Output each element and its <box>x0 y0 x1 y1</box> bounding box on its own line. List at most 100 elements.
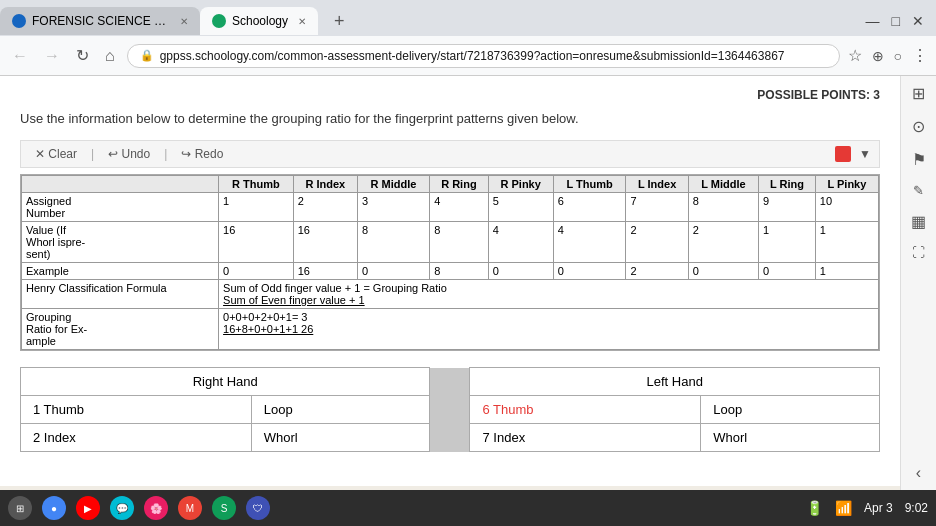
ref-col-header-6: L Thumb <box>553 176 626 193</box>
help-icon[interactable]: ⊙ <box>912 117 925 136</box>
tab-forensic-label: FORENSIC SCIENCE 05: Per1-S <box>32 14 170 28</box>
chevron-left-icon: ‹ <box>916 464 921 481</box>
ref-cell-0-4: 4 <box>430 193 489 222</box>
collapse-button[interactable]: ‹ <box>916 464 921 482</box>
ref-cell-0-6: 6 <box>553 193 626 222</box>
separator-1: | <box>91 147 94 161</box>
ref-cell-1-10: 1 <box>815 222 878 263</box>
answer-table-wrap: Right Hand Left Hand 1 Thumb Loop 6 Thum… <box>20 367 880 452</box>
tab-schoology-label: Schoology <box>232 14 288 28</box>
formula-content: Sum of Odd finger value + 1 = Grouping R… <box>219 280 879 309</box>
calculator-icon[interactable]: ▦ <box>911 212 926 231</box>
pencil-icon[interactable]: ✎ <box>913 183 924 198</box>
ref-col-header-4: R Ring <box>430 176 489 193</box>
taskbar-launcher[interactable]: ⊞ <box>8 496 32 520</box>
taskbar-chrome[interactable]: ● <box>42 496 66 520</box>
ref-cell-2-9: 0 <box>759 263 816 280</box>
taskbar-photos[interactable]: 🌸 <box>144 496 168 520</box>
tab-forensic[interactable]: FORENSIC SCIENCE 05: Per1-S ✕ <box>0 7 200 35</box>
ref-cell-0-5: 5 <box>488 193 553 222</box>
bookmark-icon[interactable]: ☆ <box>848 46 862 65</box>
expand-icon[interactable]: ⛶ <box>912 245 925 260</box>
right-sidebar: ⊞ ⊙ ⚑ ✎ ▦ ⛶ ‹ <box>900 76 936 490</box>
formula-denom: Sum of Even finger value + 1 <box>223 294 365 306</box>
answer-row-index: 2 Index Whorl 7 Index Whorl <box>21 424 880 452</box>
ref-cell-1-8: 2 <box>688 222 758 263</box>
flag-icon[interactable]: ⚑ <box>912 150 926 169</box>
r-index-label: 2 Index <box>21 424 252 452</box>
taskbar-sheets[interactable]: S <box>212 496 236 520</box>
ref-row-label-1: Value (IfWhorl ispre-sent) <box>22 222 219 263</box>
address-bar-row: ← → ↻ ⌂ 🔒 gppss.schoology.com/common-ass… <box>0 36 936 76</box>
grid-icon[interactable]: ⊞ <box>912 84 925 103</box>
ref-row-formula: Henry Classification Formula Sum of Odd … <box>22 280 879 309</box>
ref-row-label-0: AssignedNumber <box>22 193 219 222</box>
grouping-numerator: 0+0+0+2+0+1= 3 <box>223 311 307 323</box>
separator-2: | <box>164 147 167 161</box>
taskbar-chat[interactable]: 💬 <box>110 496 134 520</box>
ref-cell-0-10: 10 <box>815 193 878 222</box>
ref-cell-1-3: 8 <box>357 222 429 263</box>
profile-icon[interactable]: ○ <box>894 48 902 64</box>
ref-row-label-2: Example <box>22 263 219 280</box>
color-swatch[interactable] <box>835 146 851 162</box>
settings-icon[interactable]: ⋮ <box>912 46 928 65</box>
ref-cell-2-7: 2 <box>626 263 688 280</box>
ref-row-grouping: GroupingRatio for Ex-ample 0+0+0+2+0+1= … <box>22 309 879 350</box>
tab-forensic-close[interactable]: ✕ <box>180 16 188 27</box>
reference-table: R Thumb R Index R Middle R Ring R Pinky … <box>21 175 879 350</box>
ref-col-header-9: L Ring <box>759 176 816 193</box>
ref-cell-2-1: 0 <box>219 263 294 280</box>
clear-button[interactable]: ✕ Clear <box>29 145 83 163</box>
window-controls: — □ ✕ <box>854 13 936 29</box>
url-text: gppss.schoology.com/common-assessment-de… <box>160 49 785 63</box>
taskbar-date: Apr 3 <box>864 501 893 515</box>
extensions-icon[interactable]: ⊕ <box>872 48 884 64</box>
taskbar-youtube[interactable]: ▶ <box>76 496 100 520</box>
ref-cell-1-7: 2 <box>626 222 688 263</box>
grouping-label: GroupingRatio for Ex-ample <box>22 309 219 350</box>
address-bar-actions: ☆ ⊕ ○ ⋮ <box>848 46 928 65</box>
toolbar-chevron[interactable]: ▼ <box>859 147 871 161</box>
r-thumb-label: 1 Thumb <box>21 396 252 424</box>
r-thumb-value: Loop <box>251 396 430 424</box>
reference-table-wrap: R Thumb R Index R Middle R Ring R Pinky … <box>20 174 880 351</box>
redo-button[interactable]: ↪ Redo <box>175 145 229 163</box>
ref-cell-1-1: 16 <box>219 222 294 263</box>
maximize-button[interactable]: □ <box>892 13 900 29</box>
ref-col-header-10: L Pinky <box>815 176 878 193</box>
ref-cell-0-3: 3 <box>357 193 429 222</box>
undo-button[interactable]: ↩ Undo <box>102 145 156 163</box>
close-button[interactable]: ✕ <box>912 13 924 29</box>
address-bar[interactable]: 🔒 gppss.schoology.com/common-assessment-… <box>127 44 840 68</box>
answer-row-thumb: 1 Thumb Loop 6 Thumb Loop <box>21 396 880 424</box>
ref-cell-1-2: 16 <box>293 222 357 263</box>
forward-button[interactable]: → <box>40 45 64 67</box>
taskbar-right: 🔋 📶 Apr 3 9:02 <box>806 500 928 516</box>
main-area: POSSIBLE POINTS: 3 Use the information b… <box>0 76 900 486</box>
tab-schoology[interactable]: Schoology ✕ <box>200 7 318 35</box>
ref-col-header-3: R Middle <box>357 176 429 193</box>
taskbar-gmail[interactable]: M <box>178 496 202 520</box>
r-index-value: Whorl <box>251 424 430 452</box>
right-hand-header: Right Hand <box>21 368 430 396</box>
page-layout: POSSIBLE POINTS: 3 Use the information b… <box>0 76 936 490</box>
left-hand-header: Left Hand <box>470 368 880 396</box>
ref-cell-0-9: 9 <box>759 193 816 222</box>
ref-cell-1-9: 1 <box>759 222 816 263</box>
ref-cell-1-5: 4 <box>488 222 553 263</box>
home-button[interactable]: ⌂ <box>101 45 119 67</box>
shaded-divider <box>430 368 470 396</box>
taskbar-security[interactable]: 🛡 <box>246 496 270 520</box>
reload-button[interactable]: ↻ <box>72 44 93 67</box>
ref-cell-1-4: 8 <box>430 222 489 263</box>
ref-cell-0-8: 8 <box>688 193 758 222</box>
tab-schoology-close[interactable]: ✕ <box>298 16 306 27</box>
new-tab-button[interactable]: + <box>326 11 353 32</box>
ref-col-header-5: R Pinky <box>488 176 553 193</box>
back-button[interactable]: ← <box>8 45 32 67</box>
l-index-value: Whorl <box>701 424 880 452</box>
ref-row-value: Value (IfWhorl ispre-sent) 16 16 8 8 4 4… <box>22 222 879 263</box>
ref-cell-2-4: 8 <box>430 263 489 280</box>
minimize-button[interactable]: — <box>866 13 880 29</box>
